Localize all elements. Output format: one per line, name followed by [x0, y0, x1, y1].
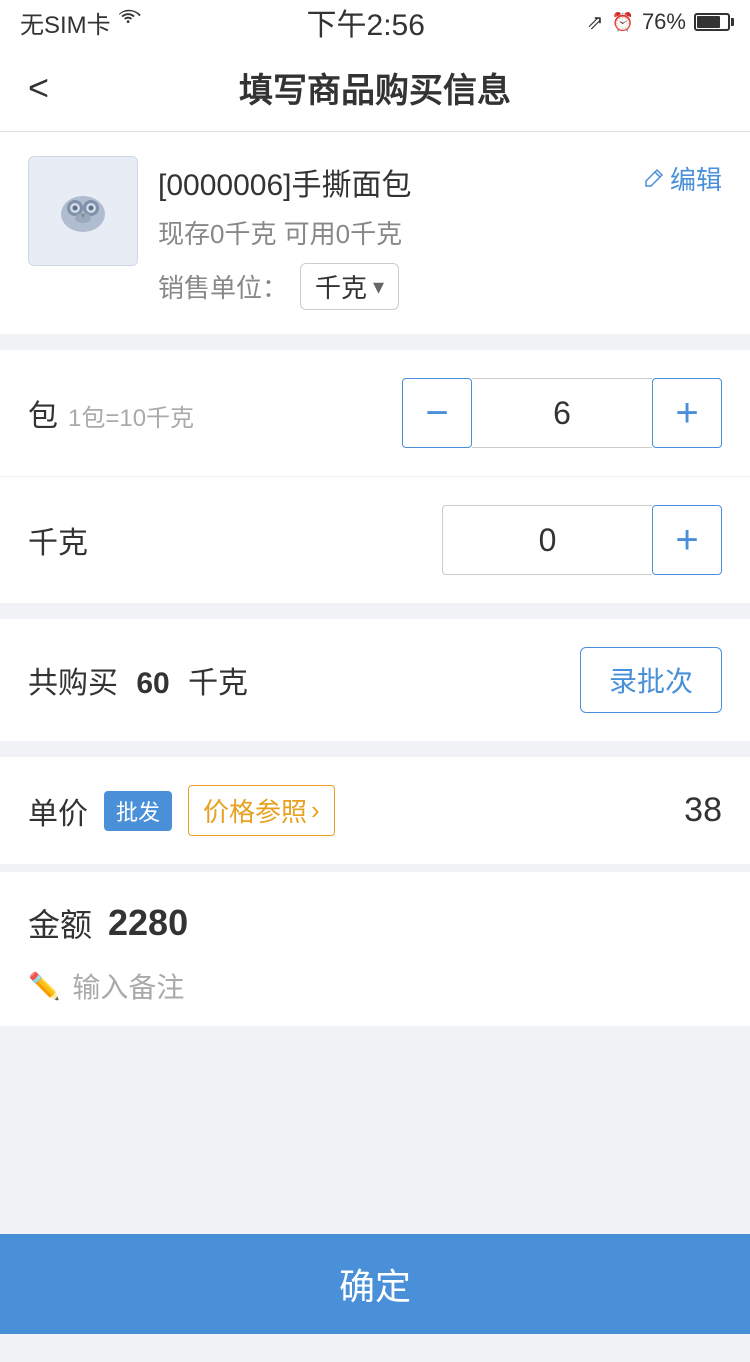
- alarm-icon: ⏰: [612, 12, 634, 33]
- battery-icon: [694, 13, 730, 31]
- price-ref-label: 价格参照: [203, 792, 307, 829]
- product-info: [0000006]手撕面包 现存0千克 可用0千克 销售单位： 千克 ▾: [158, 156, 722, 310]
- edit-label: 编辑: [670, 160, 722, 197]
- nav-bar: < 填写商品购买信息: [0, 44, 750, 132]
- summary-prefix: 共购买: [28, 667, 118, 700]
- carrier-text: 无SIM卡: [20, 5, 111, 40]
- status-right: ⇗ ⏰ 76%: [587, 9, 730, 35]
- back-button[interactable]: <: [28, 67, 49, 109]
- kg-row: 千克 +: [0, 477, 750, 603]
- product-unit-row: 销售单位： 千克 ▾: [158, 263, 722, 310]
- product-section: [0000006]手撕面包 现存0千克 可用0千克 销售单位： 千克 ▾ 编辑: [0, 132, 750, 334]
- amount-section: 金额 2280 ✏️ 输入备注: [0, 872, 750, 1026]
- price-ref-arrow: ›: [311, 795, 320, 826]
- summary-section: 共购买 60 千克 录批次: [0, 619, 750, 741]
- kg-label: 千克: [28, 518, 442, 562]
- quantity-section: 包1包=10千克 − + 千克 +: [0, 350, 750, 603]
- page-title: 填写商品购买信息: [239, 63, 511, 112]
- price-tag-badge: 批发: [104, 791, 172, 831]
- bao-input[interactable]: [472, 378, 652, 448]
- status-bar: 无SIM卡 下午2:56 ⇗ ⏰ 76%: [0, 0, 750, 44]
- amount-row: 金额 2280: [28, 900, 722, 946]
- price-section: 单价 批发 价格参照 › 38: [0, 757, 750, 864]
- wifi-icon: [119, 8, 145, 36]
- note-placeholder: 输入备注: [72, 966, 184, 1006]
- unit-label: 销售单位：: [158, 268, 288, 305]
- batch-button[interactable]: 录批次: [580, 647, 722, 713]
- note-row[interactable]: ✏️ 输入备注: [28, 966, 722, 1006]
- price-ref-button[interactable]: 价格参照 ›: [188, 785, 335, 836]
- bao-hint: 1包=10千克: [68, 405, 194, 432]
- bao-increment-button[interactable]: +: [652, 378, 722, 448]
- edit-icon: [642, 168, 664, 190]
- status-left: 无SIM卡: [20, 5, 145, 40]
- summary-text: 共购买 60 千克: [28, 658, 248, 702]
- bao-controls: − +: [402, 378, 722, 448]
- price-value: 38: [684, 791, 722, 830]
- bao-label: 包1包=10千克: [28, 391, 402, 435]
- unit-value: 千克: [315, 268, 367, 305]
- product-thumbnail: [28, 156, 138, 266]
- kg-increment-button[interactable]: +: [652, 505, 722, 575]
- edit-button[interactable]: 编辑: [642, 160, 722, 197]
- amount-value: 2280: [108, 902, 188, 944]
- bao-decrement-button[interactable]: −: [402, 378, 472, 448]
- battery-percent: 76%: [642, 9, 686, 35]
- kg-controls: +: [442, 505, 722, 575]
- owl-logo-icon: [53, 186, 113, 236]
- product-stock: 现存0千克 可用0千克: [158, 214, 722, 251]
- summary-amount: 60: [136, 667, 169, 700]
- location-icon: ⇗: [587, 10, 604, 35]
- battery-fill: [697, 16, 720, 28]
- bao-row: 包1包=10千克 − +: [0, 350, 750, 477]
- product-name: [0000006]手撕面包: [158, 160, 722, 204]
- price-label: 单价: [28, 789, 88, 833]
- unit-dropdown-arrow: ▾: [373, 274, 384, 300]
- note-icon: ✏️: [28, 971, 60, 1002]
- amount-label: 金额: [28, 900, 92, 946]
- summary-unit: 千克: [188, 667, 248, 700]
- confirm-button[interactable]: 确定: [0, 1234, 750, 1334]
- kg-input[interactable]: [442, 505, 652, 575]
- unit-selector[interactable]: 千克 ▾: [300, 263, 399, 310]
- product-card: [0000006]手撕面包 现存0千克 可用0千克 销售单位： 千克 ▾: [0, 132, 750, 334]
- status-time: 下午2:56: [307, 0, 425, 44]
